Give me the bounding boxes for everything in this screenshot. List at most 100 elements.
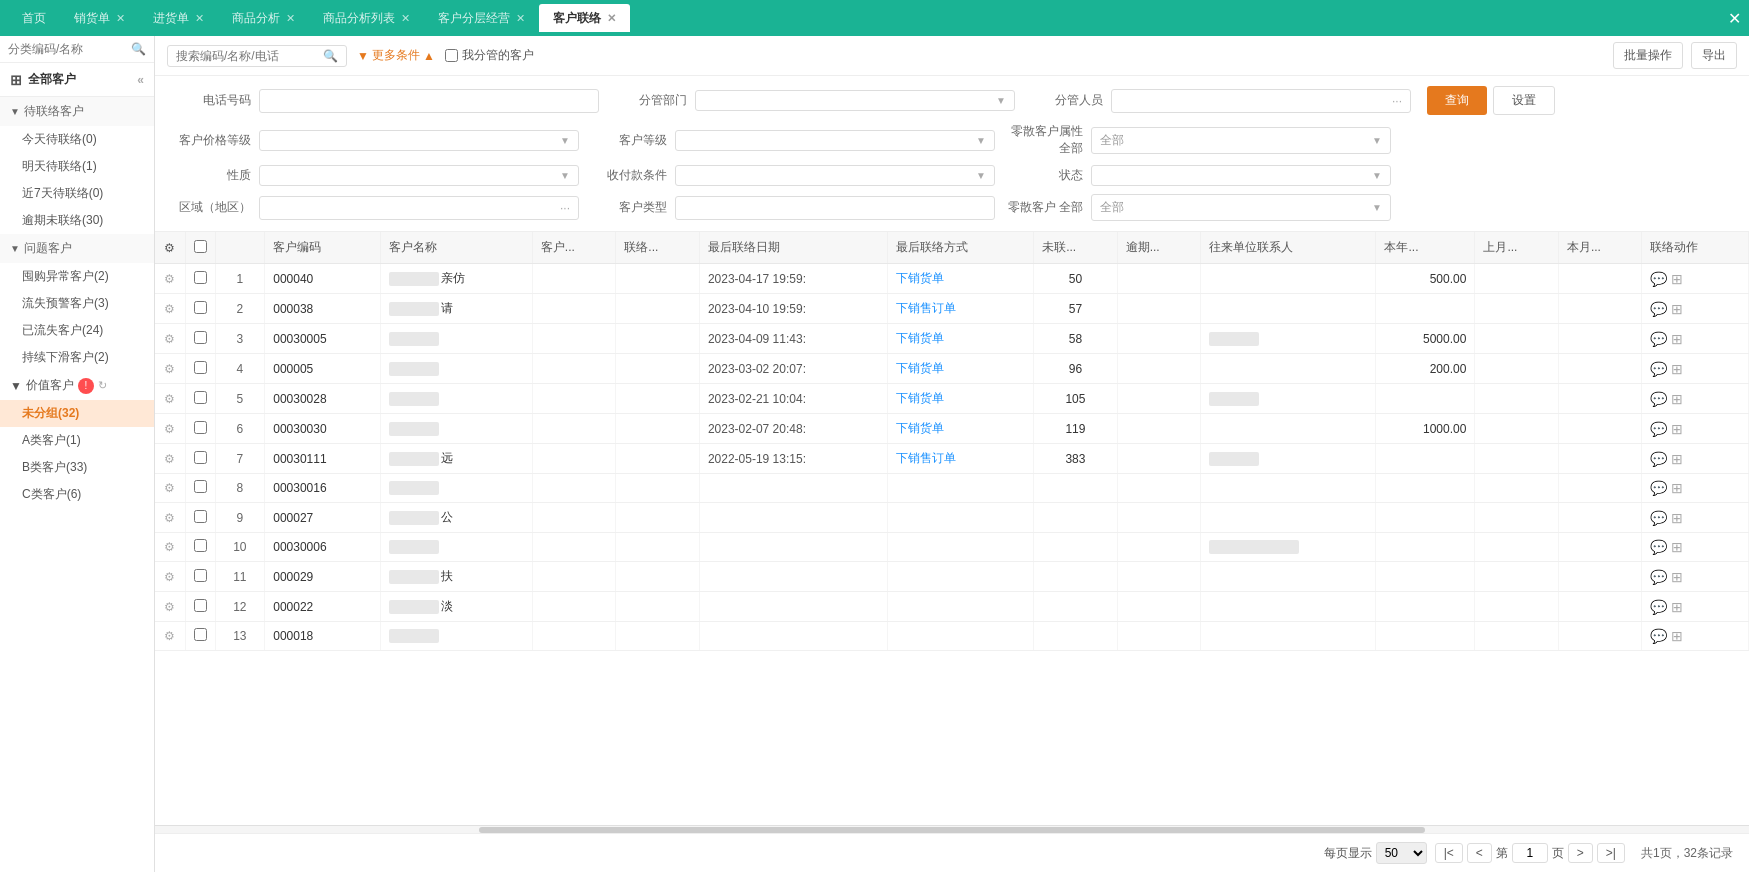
row-settings-icon[interactable]: ⚙ [155,354,185,384]
row-last-contact-way[interactable] [888,474,1034,503]
per-page-select[interactable]: 50 20 100 [1376,842,1427,864]
tab-close-icon[interactable]: ✕ [195,12,204,25]
chat-icon[interactable]: 💬 [1650,451,1667,467]
last-page-btn[interactable]: >| [1597,843,1625,863]
scrollbar-thumb[interactable] [479,827,1426,833]
refresh-icon[interactable]: ↻ [98,379,107,392]
row-checkbox-cell[interactable] [185,533,215,562]
tab-home[interactable]: 首页 [8,4,60,32]
sparse-customer-select[interactable]: 全部 ▼ [1091,194,1391,221]
tab-close-icon-active[interactable]: ✕ [607,12,616,25]
row-settings-icon[interactable]: ⚙ [155,444,185,474]
sidebar-item-warning[interactable]: 流失预警客户(3) [0,290,154,317]
sidebar-item-tomorrow[interactable]: 明天待联络(1) [0,153,154,180]
more-conditions-btn[interactable]: ▼ 更多条件 ▲ [357,47,435,64]
grid-action-icon[interactable]: ⊞ [1671,271,1683,287]
row-checkbox-cell[interactable] [185,354,215,384]
row-last-contact-way[interactable]: 下销货单 [888,264,1034,294]
row-checkbox[interactable] [194,539,207,552]
row-settings-icon[interactable]: ⚙ [155,264,185,294]
grid-action-icon[interactable]: ⊞ [1671,361,1683,377]
row-settings-icon[interactable]: ⚙ [155,533,185,562]
row-checkbox[interactable] [194,510,207,523]
row-last-contact-way[interactable] [888,622,1034,651]
row-checkbox-cell[interactable] [185,324,215,354]
row-checkbox[interactable] [194,480,207,493]
grid-action-icon[interactable]: ⊞ [1671,539,1683,555]
row-checkbox-cell[interactable] [185,444,215,474]
row-last-contact-way[interactable] [888,503,1034,533]
tab-product-analysis[interactable]: 商品分析 ✕ [218,4,309,32]
row-last-contact-way[interactable]: 下销货单 [888,414,1034,444]
row-checkbox-cell[interactable] [185,384,215,414]
first-page-btn[interactable]: |< [1435,843,1463,863]
settings-column-header[interactable]: ⚙ [155,232,185,264]
prev-page-btn[interactable]: < [1467,843,1492,863]
price-level-select[interactable]: ▼ [259,130,579,151]
phone-field[interactable] [268,94,590,108]
sidebar-item-class-c[interactable]: C类客户(6) [0,481,154,508]
row-last-contact-way[interactable]: 下销货单 [888,324,1034,354]
page-number-input[interactable] [1512,843,1548,863]
sidebar-item-today[interactable]: 今天待联络(0) [0,126,154,153]
row-settings-icon[interactable]: ⚙ [155,592,185,622]
row-checkbox[interactable] [194,331,207,344]
sidebar-search-box[interactable]: 🔍 [0,36,154,63]
row-last-contact-way[interactable] [888,592,1034,622]
chat-icon[interactable]: 💬 [1650,539,1667,555]
row-checkbox-cell[interactable] [185,264,215,294]
tab-sales-order[interactable]: 销货单 ✕ [60,4,139,32]
dots-icon[interactable]: ··· [560,201,570,215]
sidebar-item-class-b[interactable]: B类客户(33) [0,454,154,481]
chat-icon[interactable]: 💬 [1650,391,1667,407]
batch-operations-btn[interactable]: 批量操作 [1613,42,1683,69]
tab-close-icon[interactable]: ✕ [286,12,295,25]
collapse-icon[interactable]: « [137,73,144,87]
customer-level-select[interactable]: ▼ [675,130,995,151]
row-checkbox[interactable] [194,599,207,612]
chat-icon[interactable]: 💬 [1650,628,1667,644]
sidebar-search-icon[interactable]: 🔍 [131,42,146,56]
row-checkbox[interactable] [194,421,207,434]
row-settings-icon[interactable]: ⚙ [155,503,185,533]
grid-action-icon[interactable]: ⊞ [1671,480,1683,496]
filter-search-input[interactable] [176,49,319,63]
tab-close-icon[interactable]: ✕ [116,12,125,25]
row-checkbox[interactable] [194,569,207,582]
row-checkbox[interactable] [194,301,207,314]
row-settings-icon[interactable]: ⚙ [155,414,185,444]
payment-select[interactable]: ▼ [675,165,995,186]
export-btn[interactable]: 导出 [1691,42,1737,69]
row-checkbox-cell[interactable] [185,592,215,622]
per-page-selector[interactable]: 每页显示 50 20 100 [1324,842,1427,864]
row-settings-icon[interactable]: ⚙ [155,622,185,651]
last-contact-way-link[interactable]: 下销售订单 [896,301,956,315]
grid-action-icon[interactable]: ⊞ [1671,331,1683,347]
row-checkbox[interactable] [194,361,207,374]
tab-product-analysis-list[interactable]: 商品分析列表 ✕ [309,4,424,32]
nature-select[interactable]: ▼ [259,165,579,186]
last-contact-way-link[interactable]: 下销货单 [896,361,944,375]
sidebar-search-input[interactable] [8,42,127,56]
row-checkbox[interactable] [194,271,207,284]
chat-icon[interactable]: 💬 [1650,271,1667,287]
chat-icon[interactable]: 💬 [1650,361,1667,377]
last-contact-way-link[interactable]: 下销售订单 [896,451,956,465]
row-settings-icon[interactable]: ⚙ [155,474,185,503]
chat-icon[interactable]: 💬 [1650,510,1667,526]
row-settings-icon[interactable]: ⚙ [155,562,185,592]
customer-type-field[interactable] [684,201,986,215]
sidebar-item-lost[interactable]: 已流失客户(24) [0,317,154,344]
dept-select[interactable]: ▼ [695,90,1015,111]
row-checkbox[interactable] [194,451,207,464]
tab-purchase-order[interactable]: 进货单 ✕ [139,4,218,32]
grid-action-icon[interactable]: ⊞ [1671,391,1683,407]
sidebar-item-class-a[interactable]: A类客户(1) [0,427,154,454]
grid-action-icon[interactable]: ⊞ [1671,421,1683,437]
sidebar-all-customers[interactable]: ⊞ 全部客户 « [0,63,154,97]
next-page-btn[interactable]: > [1568,843,1593,863]
grid-action-icon[interactable]: ⊞ [1671,451,1683,467]
horizontal-scrollbar[interactable] [155,825,1749,833]
grid-action-icon[interactable]: ⊞ [1671,569,1683,585]
chat-icon[interactable]: 💬 [1650,569,1667,585]
